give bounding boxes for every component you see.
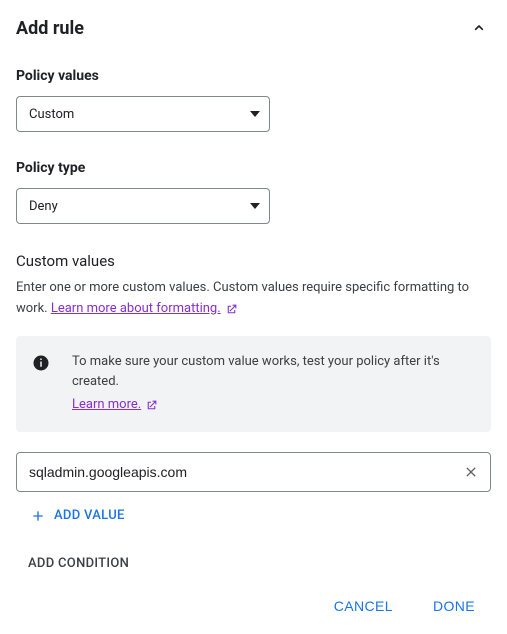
clear-input-button[interactable] — [459, 460, 483, 484]
policy-values-label: Policy values — [16, 68, 491, 84]
custom-values-help: Enter one or more custom values. Custom … — [16, 278, 491, 320]
formatting-link[interactable]: Learn more about formatting. — [51, 299, 238, 320]
plus-icon — [30, 508, 46, 524]
learn-more-link[interactable]: Learn more. — [72, 395, 158, 416]
panel-title: Add rule — [16, 18, 84, 39]
info-banner: To make sure your custom value works, te… — [16, 336, 491, 432]
external-link-icon — [145, 399, 158, 412]
policy-values-selected: Custom — [29, 107, 74, 122]
cancel-button[interactable]: CANCEL — [326, 594, 401, 618]
add-condition-button[interactable]: ADD CONDITION — [16, 556, 491, 571]
done-button[interactable]: DONE — [425, 594, 483, 618]
custom-value-input[interactable] — [16, 452, 491, 492]
add-value-button[interactable]: ADD VALUE — [16, 504, 129, 528]
collapse-icon[interactable] — [467, 16, 491, 40]
policy-type-selected: Deny — [29, 199, 58, 214]
info-icon — [32, 354, 50, 372]
external-link-icon — [225, 303, 238, 316]
policy-type-select[interactable]: Deny — [16, 188, 270, 224]
info-text-body: To make sure your custom value works, te… — [72, 352, 475, 394]
policy-values-select[interactable]: Custom — [16, 96, 270, 132]
add-value-label: ADD VALUE — [54, 508, 125, 523]
close-icon — [463, 464, 479, 480]
policy-type-label: Policy type — [16, 160, 491, 176]
custom-values-heading: Custom values — [16, 252, 491, 270]
